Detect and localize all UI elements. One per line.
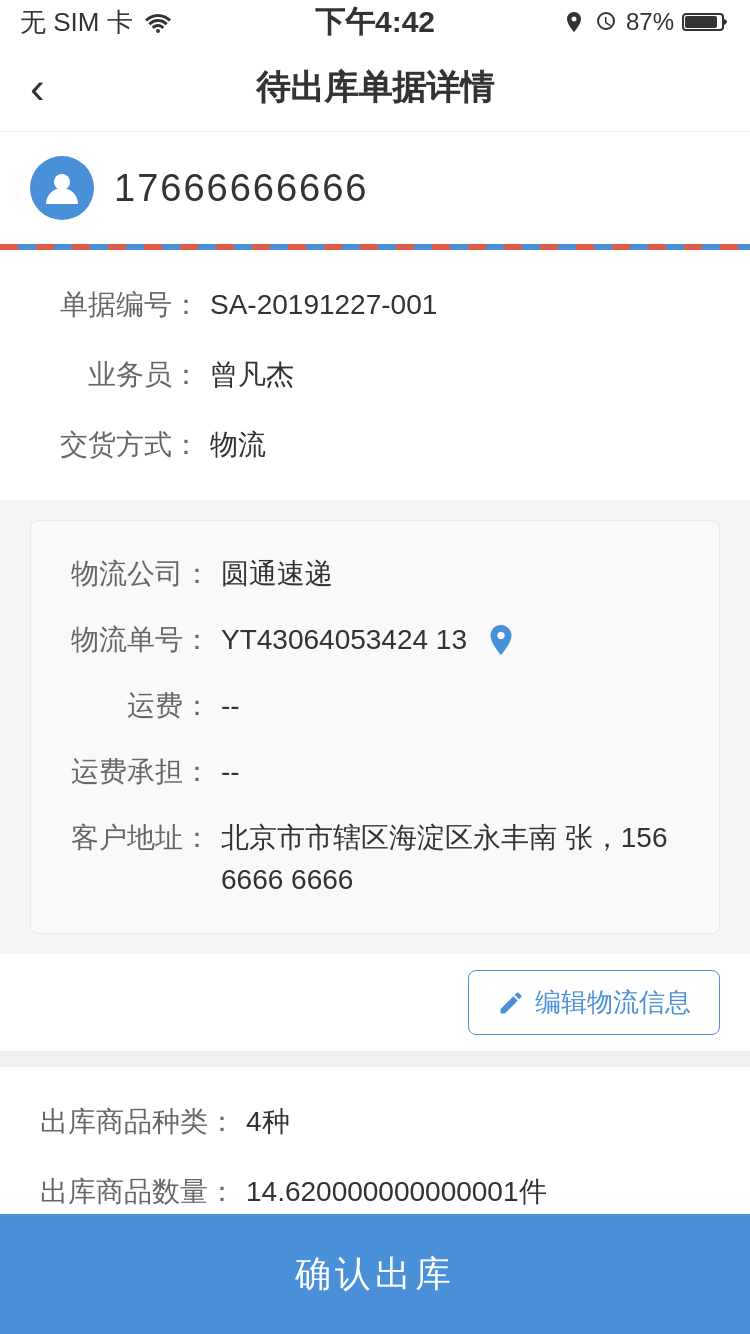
section-divider (0, 1051, 750, 1067)
wifi-icon (143, 11, 173, 33)
goods-types-label: 出库商品种类： (40, 1101, 236, 1143)
page-title: 待出库单据详情 (256, 65, 494, 111)
address-label: 客户地址： (51, 817, 211, 859)
tracking-number-label: 物流单号： (51, 619, 211, 661)
freight-row: 运费： -- (51, 673, 699, 739)
goods-quantity-label: 出库商品数量： (40, 1171, 236, 1213)
back-button[interactable]: ‹ (30, 63, 45, 113)
confirm-button-label: 确认出库 (295, 1250, 455, 1299)
avatar-icon (42, 168, 82, 208)
delivery-method-value: 物流 (210, 424, 710, 466)
status-left: 无 SIM 卡 (20, 5, 173, 40)
logistics-company-row: 物流公司： 圆通速递 (51, 541, 699, 607)
edit-icon (497, 989, 525, 1017)
freight-label: 运费： (51, 685, 211, 727)
status-right: 87% (562, 8, 730, 36)
sales-person-label: 业务员： (40, 354, 200, 396)
carrier-text: 无 SIM 卡 (20, 5, 133, 40)
nav-bar: ‹ 待出库单据详情 (0, 44, 750, 132)
sales-person-row: 业务员： 曾凡杰 (40, 340, 710, 410)
customer-header: 17666666666 (0, 132, 750, 244)
tracking-number-container: YT43064053424 13 (221, 619, 699, 661)
address-value: 北京市市辖区海淀区永丰南 张，156 6666 6666 (221, 817, 699, 901)
freight-value: -- (221, 685, 699, 727)
freight-bear-value: -- (221, 751, 699, 793)
sales-person-value: 曾凡杰 (210, 354, 710, 396)
delivery-method-label: 交货方式： (40, 424, 200, 466)
svg-rect-1 (685, 16, 717, 28)
customer-avatar (30, 156, 94, 220)
battery-text: 87% (626, 8, 674, 36)
confirm-button-bar[interactable]: 确认出库 (0, 1214, 750, 1334)
battery-icon (682, 10, 730, 34)
logistics-company-label: 物流公司： (51, 553, 211, 595)
logistics-company-value: 圆通速递 (221, 553, 699, 595)
alarm-icon (594, 10, 618, 34)
goods-types-row: 出库商品种类： 4种 (40, 1087, 710, 1157)
logistics-section: 物流公司： 圆通速递 物流单号： YT43064053424 13 运费： --… (30, 520, 720, 934)
map-pin-icon[interactable] (483, 622, 519, 658)
edit-btn-row: 编辑物流信息 (0, 954, 750, 1051)
tracking-number-row: 物流单号： YT43064053424 13 (51, 607, 699, 673)
freight-bear-row: 运费承担： -- (51, 739, 699, 805)
svg-point-2 (54, 174, 70, 190)
delivery-method-row: 交货方式： 物流 (40, 410, 710, 480)
edit-logistics-button[interactable]: 编辑物流信息 (468, 970, 720, 1035)
freight-bear-label: 运费承担： (51, 751, 211, 793)
location-service-icon (562, 10, 586, 34)
status-time: 下午4:42 (315, 2, 435, 43)
order-info-section: 单据编号： SA-20191227-001 业务员： 曾凡杰 交货方式： 物流 (0, 250, 750, 500)
edit-logistics-label: 编辑物流信息 (535, 985, 691, 1020)
goods-types-value: 4种 (246, 1101, 710, 1143)
status-bar: 无 SIM 卡 下午4:42 87% (0, 0, 750, 44)
order-number-row: 单据编号： SA-20191227-001 (40, 270, 710, 340)
customer-phone: 17666666666 (114, 167, 368, 210)
address-row: 客户地址： 北京市市辖区海淀区永丰南 张，156 6666 6666 (51, 805, 699, 913)
order-number-label: 单据编号： (40, 284, 200, 326)
order-number-value: SA-20191227-001 (210, 284, 710, 326)
goods-quantity-value: 14.620000000000001件 (246, 1171, 710, 1213)
tracking-number-value: YT43064053424 13 (221, 619, 467, 661)
